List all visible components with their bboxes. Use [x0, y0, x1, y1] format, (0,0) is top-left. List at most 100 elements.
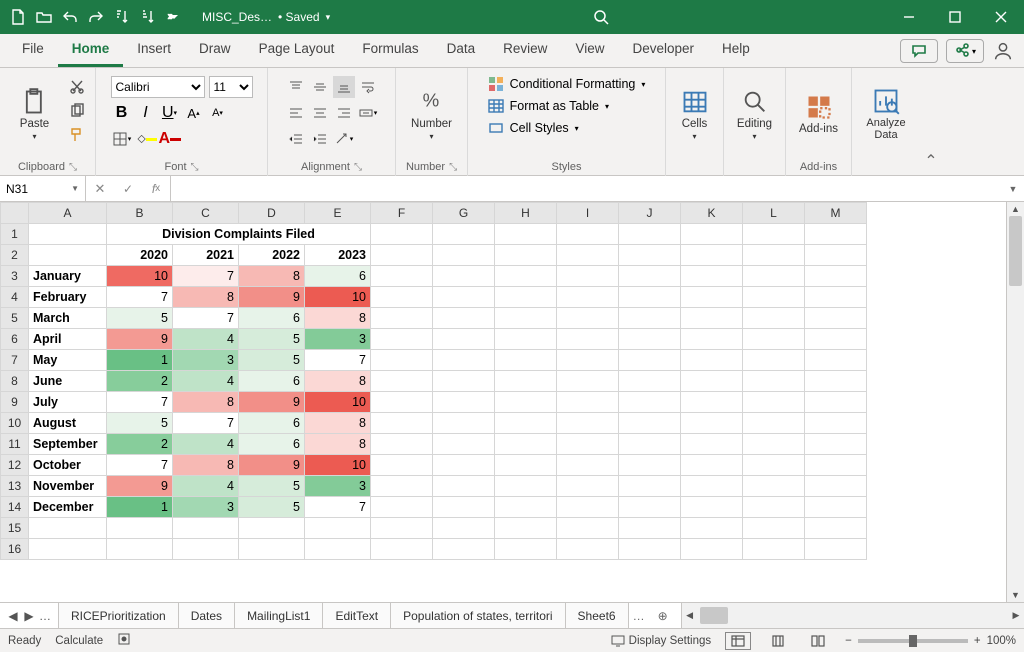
cell[interactable] [433, 266, 495, 287]
cell[interactable]: 4 [173, 371, 239, 392]
cell[interactable] [557, 308, 619, 329]
row-header[interactable]: 14 [1, 497, 29, 518]
cell[interactable] [805, 434, 867, 455]
cell[interactable] [681, 287, 743, 308]
sheet-tab[interactable]: Population of states, territori [391, 603, 565, 628]
column-header[interactable]: M [805, 203, 867, 224]
conditional-formatting-button[interactable]: Conditional Formatting▾ [488, 76, 646, 92]
cell[interactable] [743, 224, 805, 245]
column-header[interactable]: D [239, 203, 305, 224]
cell[interactable] [173, 539, 239, 560]
cell[interactable] [495, 350, 557, 371]
column-header[interactable]: H [495, 203, 557, 224]
indent-increase-icon[interactable] [309, 128, 331, 150]
cell[interactable] [371, 476, 433, 497]
cell[interactable] [371, 371, 433, 392]
page-break-view-icon[interactable] [805, 632, 831, 650]
cell[interactable] [805, 413, 867, 434]
tab-review[interactable]: Review [489, 34, 561, 67]
cell[interactable] [619, 455, 681, 476]
maximize-button[interactable] [932, 0, 978, 34]
cell[interactable] [495, 308, 557, 329]
column-header[interactable]: F [371, 203, 433, 224]
cell[interactable] [557, 287, 619, 308]
cell[interactable] [371, 413, 433, 434]
borders-icon[interactable]: ▾ [111, 128, 133, 150]
cell[interactable] [619, 287, 681, 308]
cell[interactable] [805, 350, 867, 371]
cell[interactable]: 2023 [305, 245, 371, 266]
font-size-select[interactable]: 11 [209, 76, 253, 98]
tab-data[interactable]: Data [433, 34, 490, 67]
cell[interactable]: 5 [239, 329, 305, 350]
tab-formulas[interactable]: Formulas [348, 34, 432, 67]
cell[interactable] [371, 224, 433, 245]
cell[interactable]: 10 [305, 287, 371, 308]
cell[interactable] [433, 308, 495, 329]
cell[interactable] [371, 434, 433, 455]
row-header[interactable]: 12 [1, 455, 29, 476]
cell[interactable] [433, 434, 495, 455]
cell[interactable]: 5 [239, 497, 305, 518]
cell[interactable]: 6 [305, 266, 371, 287]
cell[interactable] [371, 392, 433, 413]
cell[interactable] [433, 329, 495, 350]
tab-insert[interactable]: Insert [123, 34, 185, 67]
tab-draw[interactable]: Draw [185, 34, 245, 67]
status-calculate[interactable]: Calculate [55, 635, 103, 647]
cell[interactable] [743, 371, 805, 392]
cell[interactable]: 2022 [239, 245, 305, 266]
cell[interactable]: 2021 [173, 245, 239, 266]
cell[interactable] [29, 245, 107, 266]
cell[interactable] [557, 245, 619, 266]
cell[interactable] [743, 266, 805, 287]
cell[interactable]: March [29, 308, 107, 329]
row-header[interactable]: 4 [1, 287, 29, 308]
cell[interactable] [495, 455, 557, 476]
cell[interactable] [371, 350, 433, 371]
zoom-in-icon[interactable]: + [974, 635, 981, 647]
font-color-icon[interactable]: A [159, 128, 181, 150]
tab-file[interactable]: File [8, 34, 58, 67]
zoom-slider[interactable] [858, 639, 968, 643]
zoom-control[interactable]: − + 100% [845, 635, 1016, 647]
cell[interactable] [371, 497, 433, 518]
save-status-text[interactable]: • Saved [278, 10, 320, 24]
cell[interactable] [557, 539, 619, 560]
cell[interactable] [495, 518, 557, 539]
cell[interactable] [239, 539, 305, 560]
cell[interactable]: 10 [305, 392, 371, 413]
cell[interactable] [557, 392, 619, 413]
merge-icon[interactable]: ▾ [357, 102, 379, 124]
cell[interactable] [495, 287, 557, 308]
copy-icon[interactable] [66, 100, 88, 122]
column-header[interactable]: J [619, 203, 681, 224]
tab-home[interactable]: Home [58, 34, 124, 67]
row-header[interactable]: 6 [1, 329, 29, 350]
editing-button[interactable]: Editing▾ [728, 76, 782, 152]
cell[interactable] [743, 329, 805, 350]
share-button[interactable]: ▾ [946, 39, 984, 63]
cell[interactable] [619, 350, 681, 371]
account-icon[interactable] [992, 40, 1014, 62]
cell[interactable]: 7 [107, 455, 173, 476]
cell-styles-button[interactable]: Cell Styles▾ [488, 120, 646, 136]
add-sheet-button[interactable]: ⊕ [649, 603, 677, 628]
cell[interactable] [805, 476, 867, 497]
cell[interactable] [239, 518, 305, 539]
row-header[interactable]: 3 [1, 266, 29, 287]
cell[interactable] [557, 434, 619, 455]
open-file-icon[interactable] [32, 5, 56, 29]
addins-button[interactable]: Add-ins [792, 76, 846, 152]
cell[interactable] [371, 245, 433, 266]
cell[interactable]: 8 [173, 287, 239, 308]
column-header[interactable]: B [107, 203, 173, 224]
cell[interactable]: 3 [173, 497, 239, 518]
sheet-nav-next-icon[interactable]: ▶ [22, 609, 36, 623]
sort-asc-icon[interactable] [110, 5, 134, 29]
sheet-tab[interactable]: MailingList1 [235, 603, 323, 628]
cell[interactable]: 4 [173, 329, 239, 350]
cell[interactable] [305, 539, 371, 560]
shrink-font-icon[interactable]: A▾ [207, 102, 229, 124]
cell[interactable] [805, 371, 867, 392]
